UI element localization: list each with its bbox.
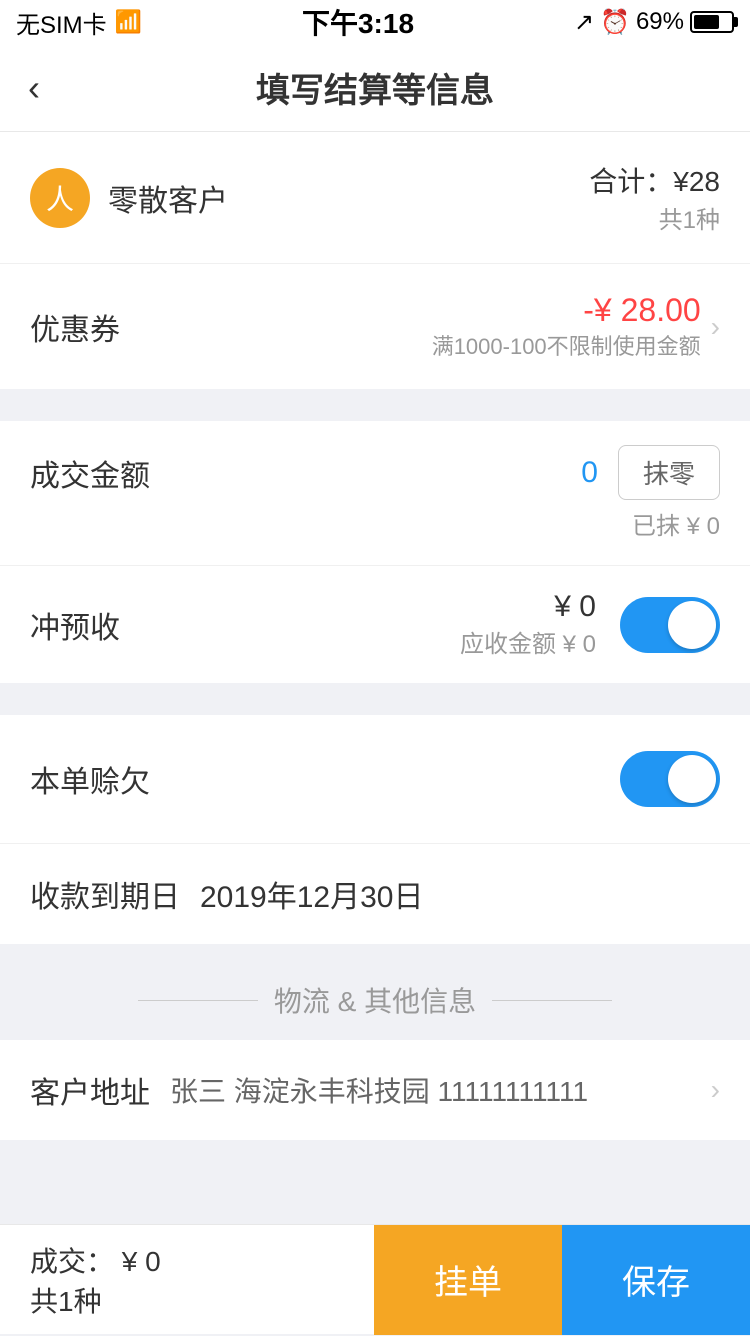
deal-sub-label: 已抹 ¥ 0 (30, 506, 720, 541)
customer-name: 零散客户 (108, 176, 228, 220)
deal-row-top: 成交金额 0 抹零 (30, 445, 720, 500)
due-date-value: 2019年12月30日 (200, 872, 423, 916)
address-label: 客户地址 (30, 1068, 150, 1112)
coupon-right: -¥ 28.00 满1000-100不限制使用金额 › (432, 292, 720, 361)
coupon-description: 满1000-100不限制使用金额 (432, 329, 701, 361)
alarm-icon: ⏰ (600, 8, 630, 37)
logistics-divider-left (138, 1000, 258, 1001)
deal-amount-section: 成交金额 0 抹零 已抹 ¥ 0 冲预收 ¥ 0 应收金额 ¥ 0 (0, 421, 750, 683)
customer-section: 人 零散客户 合计：¥28 共1种 优惠券 -¥ 28.00 满1000-100… (0, 132, 750, 389)
chevron-right-icon: › (711, 311, 720, 343)
due-date-row: 收款到期日 2019年12月30日 (0, 843, 750, 944)
credit-label: 本单赊欠 (30, 757, 150, 801)
coupon-amount: -¥ 28.00 (432, 292, 701, 329)
logistics-title: 物流 & 其他信息 (274, 980, 476, 1020)
status-right: ↗ ⏰ 69% (574, 8, 734, 37)
bottom-bar: 成交： ¥ 0 共1种 挂单 保存 (0, 1224, 750, 1334)
section-divider-2 (0, 699, 750, 715)
status-left: 无SIM卡 📶 (16, 5, 142, 40)
bottom-deal-row: 成交： ¥ 0 (30, 1240, 344, 1280)
coupon-row[interactable]: 优惠券 -¥ 28.00 满1000-100不限制使用金额 › (0, 263, 750, 389)
back-button[interactable]: ‹ (28, 67, 40, 109)
save-button[interactable]: 保存 (562, 1225, 750, 1335)
prereceive-amount-block: ¥ 0 应收金额 ¥ 0 (460, 590, 596, 659)
deal-amount-row: 成交金额 0 抹零 已抹 ¥ 0 (0, 421, 750, 566)
logistics-header: 物流 & 其他信息 (0, 960, 750, 1040)
customer-row: 人 零散客户 合计：¥28 共1种 (0, 132, 750, 263)
address-chevron-icon: › (711, 1074, 720, 1106)
credit-row: 本单赊欠 (0, 715, 750, 843)
coupon-info: -¥ 28.00 满1000-100不限制使用金额 (432, 292, 701, 361)
nav-bar: ‹ 填写结算等信息 (0, 44, 750, 132)
status-bar: 无SIM卡 📶 下午3:18 ↗ ⏰ 69% (0, 0, 750, 44)
due-date-label: 收款到期日 (30, 872, 180, 916)
battery-percent: 69% (636, 8, 684, 36)
bottom-deal-label: 成交： (30, 1246, 114, 1277)
customer-right: 合计：¥28 共1种 (589, 160, 720, 235)
credit-section: 本单赊欠 收款到期日 2019年12月30日 (0, 715, 750, 944)
prereceive-row: 冲预收 ¥ 0 应收金额 ¥ 0 (0, 566, 750, 683)
prereceive-label: 冲预收 (30, 603, 120, 647)
coupon-label: 优惠券 (30, 305, 120, 349)
battery-fill (694, 15, 719, 29)
customer-left: 人 零散客户 (30, 168, 228, 228)
round-zero-button[interactable]: 抹零 (618, 445, 720, 500)
credit-toggle-knob (668, 755, 716, 803)
prereceive-amount: ¥ 0 (460, 590, 596, 624)
network-label: 无SIM卡 (16, 5, 107, 40)
avatar-icon: 人 (46, 178, 74, 218)
logistics-divider-right (492, 1000, 612, 1001)
status-time: 下午3:18 (302, 2, 414, 42)
page-title: 填写结算等信息 (256, 63, 494, 112)
bottom-deal-value: ¥ 0 (122, 1246, 161, 1277)
credit-toggle[interactable] (620, 751, 720, 807)
hold-order-button[interactable]: 挂单 (374, 1225, 562, 1335)
address-section: 客户地址 张三 海淀永丰科技园 11111111111 › (0, 1040, 750, 1140)
total-amount: 合计：¥28 (589, 160, 720, 200)
bottom-deal-info: 成交： ¥ 0 共1种 (0, 1240, 374, 1320)
deal-right: 0 抹零 (581, 445, 720, 500)
battery-icon (690, 11, 734, 33)
deal-amount-value: 0 (581, 456, 598, 490)
location-icon: ↗ (574, 8, 594, 37)
address-row[interactable]: 客户地址 张三 海淀永丰科技园 11111111111 › (0, 1040, 750, 1140)
prereceive-sub-label: 应收金额 ¥ 0 (460, 624, 596, 659)
avatar: 人 (30, 168, 90, 228)
toggle-knob (668, 601, 716, 649)
prereceive-right: ¥ 0 应收金额 ¥ 0 (460, 590, 720, 659)
address-value: 张三 海淀永丰科技园 11111111111 (170, 1070, 711, 1110)
prereceive-toggle[interactable] (620, 597, 720, 653)
wifi-icon: 📶 (115, 9, 142, 35)
total-count: 共1种 (589, 200, 720, 235)
bottom-deal-count: 共1种 (30, 1280, 344, 1320)
section-divider-1 (0, 405, 750, 421)
deal-amount-label: 成交金额 (30, 451, 150, 495)
